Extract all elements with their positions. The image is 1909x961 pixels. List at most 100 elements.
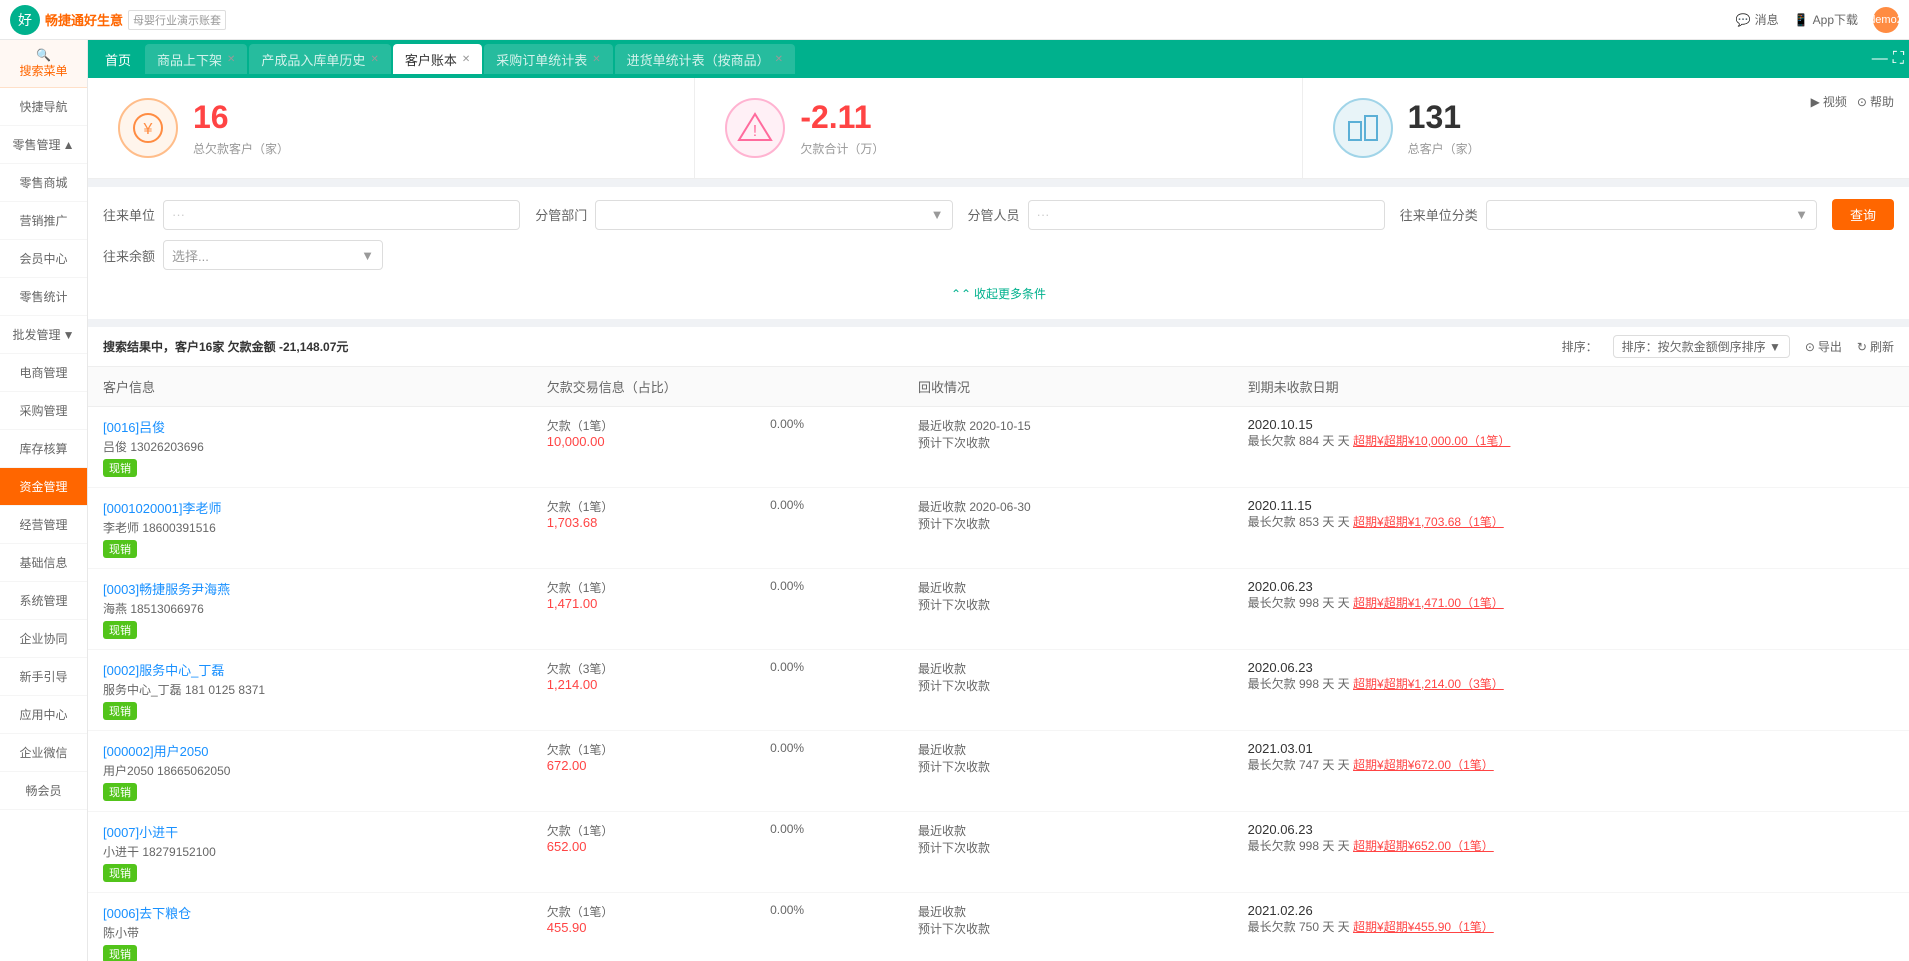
sidebar-item-basic-info[interactable]: 基础信息 [0,544,87,582]
overdue-link[interactable]: 超期¥超期¥10,000.00（1笔） [1353,434,1510,448]
filter-input-unit[interactable]: ··· [163,200,520,230]
sidebar-item-operation[interactable]: 经营管理 [0,506,87,544]
tab-maximize-icon[interactable]: ⛶ [1893,50,1904,68]
filter-select-dept[interactable]: ▼ [595,200,952,230]
customer-cell: [0001020001]李老师 李老师 18600391516 现销 [88,488,532,569]
overdue-days: 最长欠款 747 天 天 超期¥超期¥672.00（1笔） [1248,756,1894,773]
tab-close-icon3[interactable]: ✕ [462,54,470,65]
tab-customer-account[interactable]: 客户账本 ✕ [393,44,482,74]
sidebar-item-retail-stat[interactable]: 零售统计 [0,278,87,316]
stat-card-1: ¥ 16 总欠款客户（家） [88,78,695,178]
filter-select-category[interactable]: ▼ [1486,200,1817,230]
collection-cell: 最近收款 预计下次收款 [903,650,1233,731]
search-button[interactable]: 查询 [1832,199,1894,230]
debt-amount[interactable]: 672.00 [547,758,740,773]
export-btn[interactable]: ⊙ 导出 [1805,338,1842,355]
overdue-link[interactable]: 超期¥超期¥672.00（1笔） [1353,758,1494,772]
customer-tag: 现销 [103,702,137,720]
debt-cell: 欠款（3笔） 1,214.00 [532,650,755,731]
tab-close-icon5[interactable]: ✕ [775,54,783,65]
debt-amount[interactable]: 1,471.00 [547,596,740,611]
next-payment: 预计下次收款 [918,758,1218,775]
stat-num-1: 16 [193,99,289,136]
sidebar-item-enterprise[interactable]: 企业协同 [0,620,87,658]
filter-item-category: 往来单位分类 ▼ [1400,200,1817,230]
debt-amount[interactable]: 652.00 [547,839,740,854]
debt-amount[interactable]: 10,000.00 [547,434,740,449]
tab-product-history[interactable]: 产成品入库单历史 ✕ [249,44,390,74]
tab-goods-toggle[interactable]: 商品上下架 ✕ [145,44,247,74]
customer-cell: [0016]吕俊 吕俊 13026203696 现销 [88,407,532,488]
debt-amount[interactable]: 1,703.68 [547,515,740,530]
col-due-date: 到期未收款日期 [1233,367,1909,407]
tab-minimize-icon[interactable]: — [1872,50,1888,68]
sidebar-item-inventory[interactable]: 库存核算 [0,430,87,468]
customer-tag: 现销 [103,540,137,558]
tab-close-icon[interactable]: ✕ [227,54,235,65]
overdue-link[interactable]: 超期¥超期¥1,703.68（1笔） [1353,515,1504,529]
debt-amount[interactable]: 455.90 [547,920,740,935]
overdue-link[interactable]: 超期¥超期¥652.00（1笔） [1353,839,1494,853]
chevron-down-icon2: ▼ [1795,207,1808,222]
filter-input-person[interactable]: ··· [1028,200,1385,230]
logo-text: 畅捷通好生意 [45,10,123,29]
tab-purchase-summary[interactable]: 采购订单统计表 ✕ [484,44,612,74]
filter-label-person: 分管人员 [968,205,1020,224]
sidebar-item-purchase[interactable]: 采购管理 [0,392,87,430]
customer-name-link[interactable]: [000002]用户2050 [103,744,209,759]
stat-label-1: 总欠款客户（家） [193,140,289,157]
overdue-link[interactable]: 超期¥超期¥1,214.00（3笔） [1353,677,1504,691]
app-download-btn[interactable]: 📱 App下载 [1794,11,1858,28]
sidebar-item-member[interactable]: 会员中心 [0,240,87,278]
sidebar-item-app-center[interactable]: 应用中心 [0,696,87,734]
customer-cell: [0003]畅捷服务尹海燕 海燕 18513066976 现销 [88,569,532,650]
sidebar-item-batch-mgmt[interactable]: 批发管理 ▼ [0,316,87,354]
customer-name-link[interactable]: [0006]去下粮仓 [103,906,191,921]
debt-amount[interactable]: 1,214.00 [547,677,740,692]
sidebar-item-ecommerce[interactable]: 电商管理 [0,354,87,392]
sort-select[interactable]: 排序：按欠款金额倒序排序 ▼ [1613,335,1790,358]
sidebar-item-wechat[interactable]: 企业微信 [0,734,87,772]
sidebar-item-newbie[interactable]: 新手引导 [0,658,87,696]
avatar[interactable]: demo2 [1873,7,1899,33]
collection-cell: 最近收款 预计下次收款 [903,812,1233,893]
sidebar-item-retail-mall[interactable]: 零售商城 [0,164,87,202]
stat-card-2: ! -2.11 欠款合计（万） [695,78,1302,178]
sidebar-item-member2[interactable]: 畅会员 [0,772,87,810]
sidebar-item-finance[interactable]: 资金管理 [0,468,87,506]
customer-name-link[interactable]: [0007]小进干 [103,825,178,840]
refresh-btn[interactable]: ↻ 刷新 [1857,338,1894,355]
main-content: 首页 商品上下架 ✕ 产成品入库单历史 ✕ 客户账本 ✕ 采购订单统计表 ✕ 进… [88,40,1909,961]
customer-name-link[interactable]: [0002]服务中心_丁磊 [103,663,224,678]
tab-close-icon4[interactable]: ✕ [592,54,600,65]
filter-select-balance[interactable]: 选择... ▼ [163,240,383,270]
help-btn[interactable]: ⊙ 帮助 [1857,93,1894,110]
customer-name-link[interactable]: [0016]吕俊 [103,420,165,435]
customer-name-link[interactable]: [0003]畅捷服务尹海燕 [103,582,230,597]
collapse-btn[interactable]: ⌃⌃ 收起更多条件 [951,285,1046,302]
next-payment: 预计下次收款 [918,839,1218,856]
results-actions: 排序： 排序：按欠款金额倒序排序 ▼ ⊙ 导出 ↻ 刷新 [1562,335,1894,358]
due-date-cell: 2020.06.23 最长欠款 998 天 天 超期¥超期¥1,214.00（3… [1233,650,1909,731]
overdue-link[interactable]: 超期¥超期¥1,471.00（1笔） [1353,596,1504,610]
sidebar-item-retail-mgmt[interactable]: 零售管理 ▲ [0,126,87,164]
sidebar-item-marketing[interactable]: 营销推广 [0,202,87,240]
stat-actions: ▶ 视频 ⊙ 帮助 [1811,93,1894,110]
tab-close-icon2[interactable]: ✕ [370,54,378,65]
customer-name-link[interactable]: [0001020001]李老师 [103,501,222,516]
overdue-link[interactable]: 超期¥超期¥455.90（1笔） [1353,920,1494,934]
debt-count: 欠款（1笔） [547,903,740,920]
video-btn[interactable]: ▶ 视频 [1811,93,1847,110]
sidebar-item-system[interactable]: 系统管理 [0,582,87,620]
filter-label-balance: 往来余额 [103,246,155,265]
collapse-section: ⌃⌃ 收起更多条件 [103,280,1894,307]
customer-cell: [0002]服务中心_丁磊 服务中心_丁磊 181 0125 8371 现销 [88,650,532,731]
message-btn[interactable]: 💬 消息 [1736,11,1779,28]
sidebar-search[interactable]: 🔍 搜索菜单 [0,40,87,88]
sidebar-item-quick-nav[interactable]: 快捷导航 [0,88,87,126]
tab-inbound-summary[interactable]: 进货单统计表（按商品） ✕ [615,44,795,74]
next-payment: 预计下次收款 [918,515,1218,532]
last-payment: 最近收款 [918,741,1218,758]
tab-home[interactable]: 首页 [93,44,143,74]
debt-cell: 欠款（1笔） 652.00 [532,812,755,893]
